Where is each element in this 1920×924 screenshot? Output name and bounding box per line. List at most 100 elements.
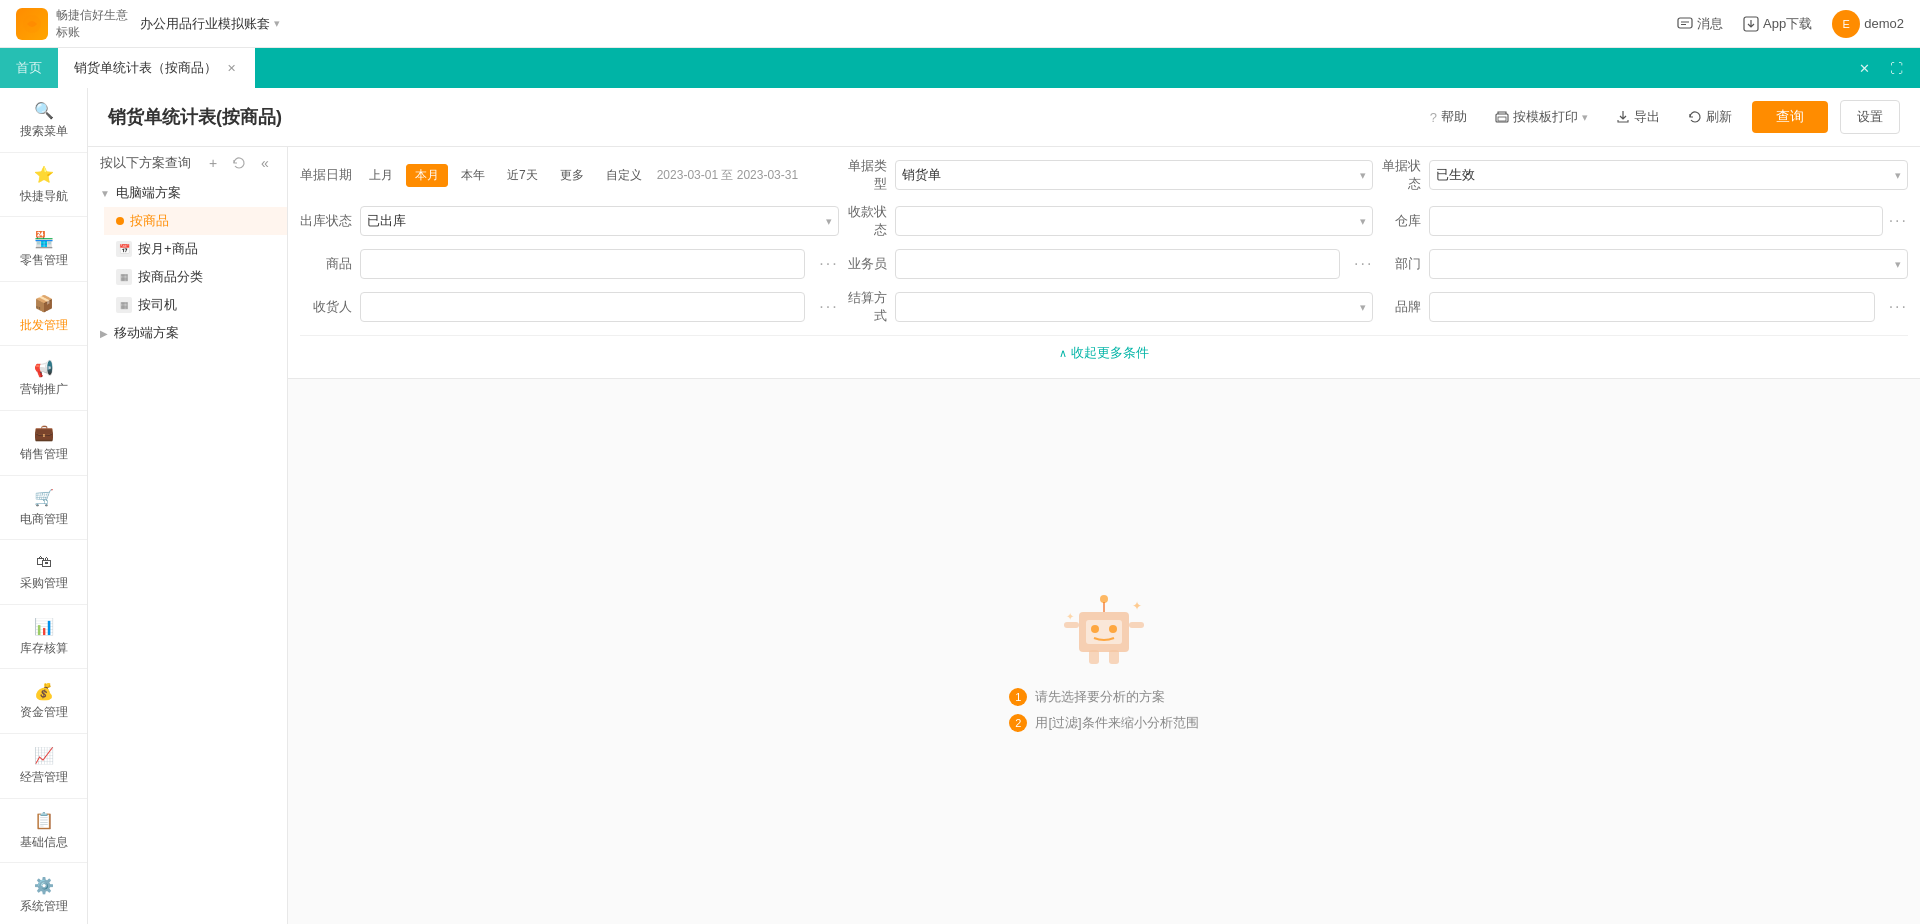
tab-bar: 首页 销货单统计表（按商品） ✕ ✕ ⛶ <box>0 48 1920 88</box>
filter-row-2: 出库状态 已出库 ▾ 收款状态 ▾ <box>300 203 1908 239</box>
filter-panel: 单据日期 上月 本月 本年 近7天 更多 自定义 2023-03-01 至 20… <box>288 147 1920 379</box>
add-scheme-btn[interactable]: + <box>203 153 223 173</box>
app-download-btn[interactable]: App下载 <box>1743 15 1812 33</box>
receiver-dots-icon[interactable]: ··· <box>819 298 838 316</box>
settlement-arrow-icon: ▾ <box>1360 301 1366 314</box>
doc-type-arrow-icon: ▾ <box>1360 169 1366 182</box>
sidebar: 🔍 搜索菜单 ⭐ 快捷导航 🏪 零售管理 📦 批发管理 📢 营销推广 💼 销售管… <box>0 88 88 924</box>
doc-type-value: 销货单 ▾ <box>895 160 1374 190</box>
sidebar-item-basic[interactable]: 📋 基础信息 <box>0 799 87 864</box>
warehouse-value: ··· <box>1429 206 1908 236</box>
sidebar-item-ecommerce[interactable]: 🛒 电商管理 <box>0 476 87 541</box>
avatar: E <box>1832 10 1860 38</box>
filter-row-1: 单据日期 上月 本月 本年 近7天 更多 自定义 2023-03-01 至 20… <box>300 157 1908 193</box>
svg-point-7 <box>1091 625 1099 633</box>
doc-type-select[interactable]: 销货单 ▾ <box>895 160 1374 190</box>
print-btn[interactable]: 按模板打印 ▾ <box>1487 104 1596 130</box>
user-area[interactable]: E demo2 <box>1832 10 1904 38</box>
salesperson-input[interactable] <box>895 249 1340 279</box>
tree-node-by-category[interactable]: ▦ 按商品分类 <box>104 263 287 291</box>
tab-close-all-btn[interactable]: ✕ <box>1852 56 1876 80</box>
system-icon: ⚙️ <box>34 875 54 895</box>
sidebar-item-search[interactable]: 🔍 搜索菜单 <box>0 88 87 153</box>
warehouse-input[interactable] <box>1429 206 1882 236</box>
refresh-btn[interactable]: 刷新 <box>1680 104 1740 130</box>
stock-status-select[interactable]: 已出库 ▾ <box>360 206 839 236</box>
receiver-value: ··· <box>360 292 839 322</box>
payment-status-select[interactable]: ▾ <box>895 206 1374 236</box>
product-dots-icon[interactable]: ··· <box>819 255 838 273</box>
tree-node-by-month-product[interactable]: 📅 按月+商品 <box>104 235 287 263</box>
marketing-icon: 📢 <box>34 358 54 378</box>
tree-node-mobile[interactable]: ▶ 移动端方案 <box>88 319 287 347</box>
page-header: 销货单统计表(按商品) ? 帮助 按模板打印 ▾ <box>88 88 1920 147</box>
brand-dots-icon[interactable]: ··· <box>1889 298 1908 316</box>
quick-last-7[interactable]: 近7天 <box>498 164 547 187</box>
retail-icon: 🏪 <box>34 229 54 249</box>
receiver-input[interactable] <box>360 292 805 322</box>
sidebar-item-wholesale[interactable]: 📦 批发管理 <box>0 282 87 347</box>
empty-state: ✦ ✦ 1 请先选择要分析的方案 2 用[过滤]条件来缩小分析范围 <box>1009 572 1198 732</box>
tab-expand-btn[interactable]: ⛶ <box>1884 56 1908 80</box>
svg-rect-4 <box>1498 117 1506 121</box>
stock-status-value: 已出库 ▾ <box>360 206 839 236</box>
tree-node-by-product[interactable]: 按商品 <box>104 207 287 235</box>
sidebar-item-sales[interactable]: 💼 销售管理 <box>0 411 87 476</box>
sidebar-item-inventory[interactable]: 📊 库存核算 <box>0 605 87 670</box>
quick-last-month[interactable]: 上月 <box>360 164 402 187</box>
svg-rect-12 <box>1129 622 1144 628</box>
message-btn[interactable]: 消息 <box>1677 15 1723 33</box>
download-icon <box>1743 16 1759 32</box>
filter-row-3: 商品 ··· 业务员 ··· 部门 <box>300 249 1908 279</box>
warehouse-dots-icon[interactable]: ··· <box>1889 212 1908 230</box>
date-range-text: 2023-03-01 至 2023-03-31 <box>657 167 798 184</box>
refresh-icon <box>1688 110 1702 124</box>
settings-button[interactable]: 设置 <box>1840 100 1900 134</box>
collapse-btn[interactable]: ∧ 收起更多条件 <box>300 335 1908 370</box>
filter-row-4: 收货人 ··· 结算方式 ▾ 品牌 <box>300 289 1908 325</box>
department-value: ▾ <box>1429 249 1908 279</box>
tree-node-desktop[interactable]: ▼ 电脑端方案 <box>88 179 287 207</box>
department-select[interactable]: ▾ <box>1429 249 1908 279</box>
tab-sales-stat[interactable]: 销货单统计表（按商品） ✕ <box>58 48 255 88</box>
export-btn[interactable]: 导出 <box>1608 104 1668 130</box>
sidebar-item-operation[interactable]: 📈 经营管理 <box>0 734 87 799</box>
receiver-label: 收货人 <box>300 298 360 316</box>
tab-close-icon[interactable]: ✕ <box>223 60 239 76</box>
product-input[interactable] <box>360 249 805 279</box>
tab-bar-actions: ✕ ⛶ <box>1852 56 1920 80</box>
salesperson-value: ··· <box>895 249 1374 279</box>
brand-input[interactable] <box>1429 292 1874 322</box>
collapse-panel-btn[interactable]: « <box>255 153 275 173</box>
tree-node-by-sku[interactable]: ▦ 按司机 <box>104 291 287 319</box>
sidebar-item-purchase[interactable]: 🛍 采购管理 <box>0 540 87 605</box>
grid-icon: ▦ <box>116 269 132 285</box>
tab-home[interactable]: 首页 <box>0 48 58 88</box>
help-btn[interactable]: ? 帮助 <box>1422 104 1475 130</box>
sales-icon: 💼 <box>34 423 54 443</box>
doc-status-label: 单据状态 <box>1373 157 1429 193</box>
quick-this-month[interactable]: 本月 <box>406 164 448 187</box>
doc-status-select[interactable]: 已生效 ▾ <box>1429 160 1908 190</box>
sidebar-item-finance[interactable]: 💰 资金管理 <box>0 669 87 734</box>
empty-tip-2: 2 用[过滤]条件来缩小分析范围 <box>1009 714 1198 732</box>
sidebar-item-shortcut[interactable]: ⭐ 快捷导航 <box>0 153 87 218</box>
logo-text: 畅捷信好生意 标账 <box>56 7 128 41</box>
sidebar-item-retail[interactable]: 🏪 零售管理 <box>0 217 87 282</box>
salesperson-dots-icon[interactable]: ··· <box>1354 255 1373 273</box>
doc-status-value: 已生效 ▾ <box>1429 160 1908 190</box>
quick-this-year[interactable]: 本年 <box>452 164 494 187</box>
quick-custom[interactable]: 自定义 <box>597 164 651 187</box>
refresh-scheme-btn[interactable] <box>229 153 249 173</box>
sidebar-item-marketing[interactable]: 📢 营销推广 <box>0 346 87 411</box>
left-panel-header: 按以下方案查询 + « <box>88 147 287 179</box>
quick-more[interactable]: 更多 <box>551 164 593 187</box>
settlement-select[interactable]: ▾ <box>895 292 1374 322</box>
app-selector[interactable]: 办公用品行业模拟账套 ▾ <box>140 15 280 33</box>
query-button[interactable]: 查询 <box>1752 101 1828 133</box>
sidebar-item-system[interactable]: ⚙️ 系统管理 <box>0 863 87 924</box>
body-empty-state: ✦ ✦ 1 请先选择要分析的方案 2 用[过滤]条件来缩小分析范围 <box>288 379 1920 924</box>
logo-icon <box>16 8 48 40</box>
date-label: 单据日期 <box>300 166 360 184</box>
content-area: 销货单统计表(按商品) ? 帮助 按模板打印 ▾ <box>88 88 1920 924</box>
